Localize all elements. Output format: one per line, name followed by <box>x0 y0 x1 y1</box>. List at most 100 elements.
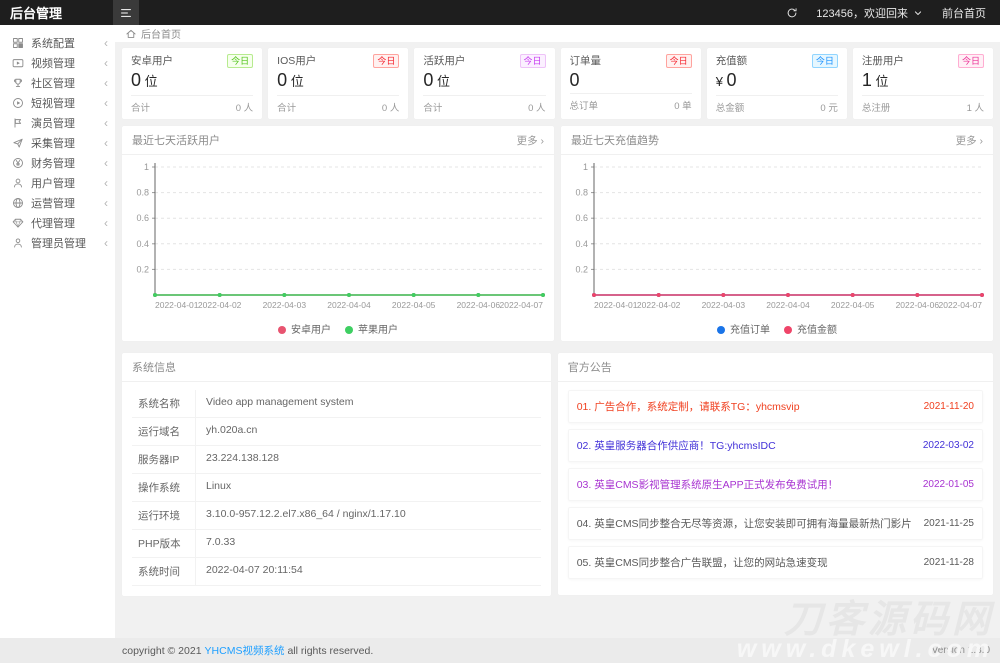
stat-footer: 合计 0 人 <box>423 95 546 119</box>
stat-card-3: 订单量 今日 0 总订单 0 单 <box>560 48 701 119</box>
stat-footer: 总订单 0 单 <box>569 93 692 117</box>
svg-text:2022-04-03: 2022-04-03 <box>263 300 307 310</box>
svg-text:2022-04-07: 2022-04-07 <box>500 300 544 310</box>
svg-text:0.4: 0.4 <box>575 239 588 249</box>
admin-icon <box>14 238 22 248</box>
sidebar-item-10[interactable]: 管理员管理 ‹ <box>0 233 115 253</box>
svg-text:0.2: 0.2 <box>575 264 588 274</box>
svg-text:安卓用户: 安卓用户 <box>291 323 331 336</box>
breadcrumb-home-link[interactable]: 后台首页 <box>141 26 181 41</box>
stat-footer-value: 0 人 <box>528 103 546 114</box>
announcement-item[interactable]: 03. 英皇CMS影视管理系统原生APP正式发布免费试用！ 2022-01-05 <box>567 468 983 501</box>
sidebar-item-label: 用户管理 <box>31 178 75 190</box>
stat-footer: 合计 0 人 <box>277 95 400 119</box>
chevron-left-icon: ‹ <box>104 36 108 50</box>
stat-card-header: 充值额 今日 <box>716 53 838 68</box>
svg-text:2022-04-04: 2022-04-04 <box>327 300 371 310</box>
svg-text:0.8: 0.8 <box>575 188 588 198</box>
refresh-button[interactable] <box>786 7 798 19</box>
diamond-icon <box>12 218 24 228</box>
stat-label: 活跃用户 <box>423 55 466 67</box>
activity-chart-panel: 最近七天活跃用户 更多 › 0.2 0.4 0.6 0.8 1 2022-04-01 202… <box>122 126 554 341</box>
stat-value: 0 <box>569 70 580 90</box>
flag-icon <box>14 118 22 128</box>
frontend-home-link[interactable]: 前台首页 <box>942 5 986 21</box>
stat-card-header: 订单量 今日 <box>570 53 692 68</box>
activity-more-link[interactable]: 更多 › <box>517 133 544 148</box>
system-info-value: 7.0.33 <box>206 536 236 548</box>
system-info-table: 系统名称 Video app management system 运行域名 yh.02… <box>132 390 541 586</box>
recharge-chart-panel: 最近七天充值趋势 更多 › 0.2 0.4 0.6 0.8 1 2022-04-01 202… <box>561 126 993 341</box>
svg-text:0.4: 0.4 <box>136 239 149 249</box>
stat-label: 充值额 <box>715 55 748 67</box>
sidebar-item-8[interactable]: 运营管理 ‹ <box>0 193 115 213</box>
sidebar-collapse-button[interactable] <box>113 0 139 25</box>
announcement-item[interactable]: 04. 英皇CMS同步整合无尽等资源，让您安装即可拥有海量最新热门影片 2021-… <box>567 507 983 540</box>
sidebar-item-0[interactable]: 系统配置 ‹ <box>0 33 115 53</box>
stat-card-0: 安卓用户 今日 0 位合计 0 人 <box>122 48 263 119</box>
stat-footer-value: 0 元 <box>820 103 838 114</box>
stat-value: 0 位 <box>277 70 304 90</box>
recharge-more-link[interactable]: 更多 › <box>956 133 983 148</box>
system-info-value: yh.020a.cn <box>206 424 258 436</box>
system-info-label: 操作系统 <box>132 474 196 501</box>
stat-label: 注册用户 <box>861 55 904 67</box>
stat-badge: 今日 <box>519 53 546 68</box>
sidebar-item-label: 系统配置 <box>31 38 75 50</box>
sidebar-item-2[interactable]: 社区管理 ‹ <box>0 73 115 93</box>
yen-icon <box>13 158 23 168</box>
chevron-left-icon: ‹ <box>104 76 108 90</box>
caret-down-icon <box>914 10 922 15</box>
sidebar-item-7[interactable]: 用户管理 ‹ <box>0 173 115 193</box>
sidebar-item-3[interactable]: 短视管理 ‹ <box>0 93 115 113</box>
user-dropdown[interactable]: 123456，欢迎回来 <box>816 5 924 21</box>
announcement-text: 03. 英皇CMS影视管理系统原生APP正式发布免费试用！ <box>576 479 839 491</box>
svg-text:0.6: 0.6 <box>136 213 149 223</box>
system-info-panel: 系统信息 系统名称 Video app management system 运行域名… <box>122 353 551 596</box>
main-area: 后台首页 安卓用户 今日 0 位合计 0 人 IOS用户 今日 0 位合计 0 人 活跃用户 今日… <box>115 25 1000 638</box>
chevron-left-icon: ‹ <box>104 56 108 70</box>
sidebar-item-5[interactable]: 采集管理 ‹ <box>0 133 115 153</box>
announcement-date: 2022-01-05 <box>922 479 974 490</box>
chevron-left-icon: ‹ <box>104 136 108 150</box>
globe-icon <box>13 198 23 208</box>
sidebar-item-label: 社区管理 <box>31 78 75 90</box>
home-icon <box>126 29 136 38</box>
svg-text:2022-04-02: 2022-04-02 <box>637 300 681 310</box>
stat-card-5: 注册用户 今日 1 位总注册 1 人 <box>852 48 994 119</box>
svg-text:2022-04-06: 2022-04-06 <box>457 300 501 310</box>
sidebar-item-label: 视频管理 <box>31 58 75 70</box>
system-info-value: 23.224.138.128 <box>206 452 279 464</box>
sidebar-item-1[interactable]: 视频管理 ‹ <box>0 53 115 73</box>
svg-text:0.6: 0.6 <box>575 213 588 223</box>
welcome-text: 123456，欢迎回来 <box>816 7 908 20</box>
svg-text:2022-04-05: 2022-04-05 <box>392 300 436 310</box>
sidebar-item-4[interactable]: 演员管理 ‹ <box>0 113 115 133</box>
svg-text:充值金额: 充值金额 <box>797 323 837 336</box>
system-info-label: 运行环境 <box>132 502 196 529</box>
footer-brand-link[interactable]: YHCMS视频系统 <box>205 643 285 658</box>
sidebar-item-6[interactable]: 财务管理 ‹ <box>0 153 115 173</box>
navbar-right: 123456，欢迎回来 前台首页 <box>786 5 1000 21</box>
svg-text:0.2: 0.2 <box>136 264 149 274</box>
chevron-left-icon: ‹ <box>104 216 108 230</box>
svg-text:2022-04-03: 2022-04-03 <box>702 300 746 310</box>
sidebar-item-label: 代理管理 <box>31 218 75 230</box>
stat-footer: 总注册 1 人 <box>861 95 985 119</box>
system-info-label: PHP版本 <box>132 530 196 557</box>
announcement-item[interactable]: 01. 广告合作，系统定制，请联系TG：yhcmsvip 2021-11-20 <box>567 390 983 423</box>
announcement-text: 01. 广告合作，系统定制，请联系TG：yhcmsvip <box>576 401 800 413</box>
announcement-item[interactable]: 05. 英皇CMS同步整合广告联盟，让您的网站急速变现 2021-11-28 <box>567 546 983 579</box>
announcement-item[interactable]: 02. 英皇服务器合作供应商！TG:yhcmsIDC 2022-03-02 <box>567 429 983 462</box>
system-info-label: 系统名称 <box>132 390 196 417</box>
announcement-date: 2021-11-25 <box>923 518 974 529</box>
system-info-value: Linux <box>206 480 232 492</box>
stat-label: 安卓用户 <box>131 55 173 67</box>
stat-value: 0 位 <box>423 70 450 90</box>
sidebar-item-9[interactable]: 代理管理 ‹ <box>0 213 115 233</box>
announcement-list: 01. 广告合作，系统定制，请联系TG：yhcmsvip 2021-11-20 02… <box>558 382 993 595</box>
sidebar-item-label: 运营管理 <box>31 198 75 210</box>
svg-text:1: 1 <box>144 162 149 172</box>
menu-icon <box>121 8 131 17</box>
recharge-chart: 0.2 0.4 0.6 0.8 1 2022-04-01 2022-04-02 2022-04… <box>561 155 993 341</box>
